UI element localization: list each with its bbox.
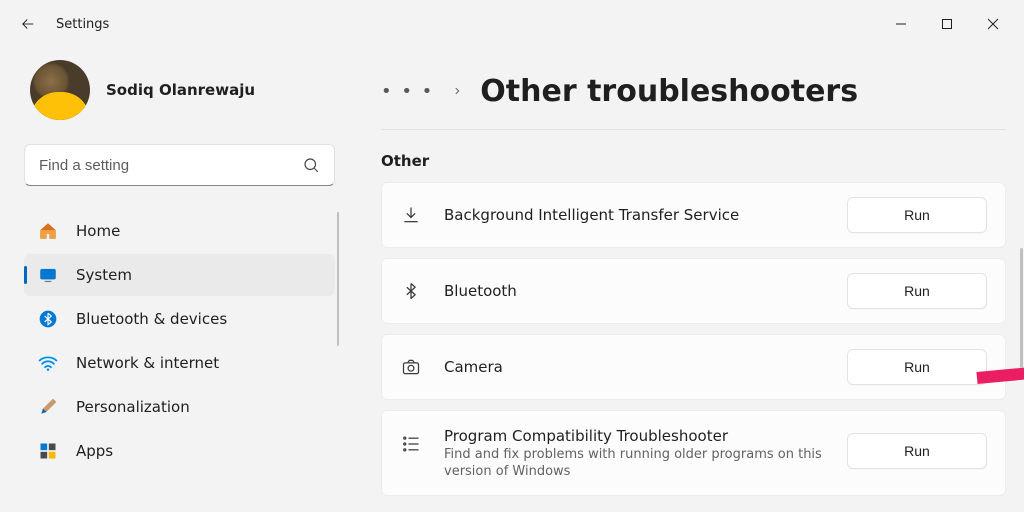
minimize-button[interactable] — [878, 8, 924, 40]
profile-name: Sodiq Olanrewaju — [106, 81, 255, 99]
download-icon — [400, 204, 422, 226]
home-icon — [38, 221, 58, 241]
run-button[interactable]: Run — [847, 273, 987, 309]
sidebar-item-label: Network & internet — [76, 354, 219, 372]
close-icon — [987, 18, 999, 30]
bluetooth-icon — [38, 309, 58, 329]
search-icon — [302, 156, 320, 174]
camera-icon — [400, 356, 422, 378]
card-title: Camera — [444, 358, 825, 376]
run-button[interactable]: Run — [847, 349, 987, 385]
search-input[interactable] — [39, 157, 302, 174]
list-settings-icon — [400, 433, 422, 455]
main-panel: • • • Other troubleshooters Other Backgr… — [355, 48, 1024, 512]
paintbrush-icon — [38, 397, 58, 417]
sidebar-scroll-indicator — [337, 212, 339, 346]
apps-icon — [38, 441, 58, 461]
maximize-button[interactable] — [924, 8, 970, 40]
maximize-icon — [941, 18, 953, 30]
breadcrumb: • • • Other troubleshooters — [381, 56, 1006, 127]
sidebar-item-label: System — [76, 266, 132, 284]
troubleshooter-card-bits: Background Intelligent Transfer Service … — [381, 182, 1006, 248]
back-button[interactable] — [8, 4, 48, 44]
avatar — [30, 60, 90, 120]
card-description: Find and fix problems with running older… — [444, 447, 825, 481]
sidebar-item-system[interactable]: System — [24, 254, 335, 296]
sidebar-item-personalization[interactable]: Personalization — [24, 386, 335, 428]
divider — [381, 129, 1006, 130]
page-title: Other troubleshooters — [480, 74, 858, 109]
card-title: Bluetooth — [444, 282, 825, 300]
sidebar-item-bluetooth[interactable]: Bluetooth & devices — [24, 298, 335, 340]
sidebar-item-label: Apps — [76, 442, 113, 460]
sidebar: Sodiq Olanrewaju Home System — [0, 48, 355, 512]
window-controls — [878, 8, 1016, 40]
card-title: Program Compatibility Troubleshooter — [444, 427, 825, 445]
scrollbar-thumb[interactable] — [1020, 248, 1023, 368]
titlebar: Settings — [0, 0, 1024, 48]
breadcrumb-ellipsis[interactable]: • • • — [381, 81, 434, 102]
system-icon — [38, 265, 58, 285]
minimize-icon — [895, 18, 907, 30]
profile-block[interactable]: Sodiq Olanrewaju — [24, 48, 335, 144]
card-title: Background Intelligent Transfer Service — [444, 206, 825, 224]
troubleshooter-card-program-compat: Program Compatibility Troubleshooter Fin… — [381, 410, 1006, 496]
sidebar-item-network[interactable]: Network & internet — [24, 342, 335, 384]
run-button[interactable]: Run — [847, 197, 987, 233]
bluetooth-icon — [400, 280, 422, 302]
sidebar-item-label: Bluetooth & devices — [76, 310, 227, 328]
sidebar-item-label: Personalization — [76, 398, 190, 416]
sidebar-item-label: Home — [76, 222, 120, 240]
chevron-right-icon — [452, 84, 462, 100]
sidebar-nav: Home System Bluetooth & devices Network … — [24, 210, 335, 472]
sidebar-item-home[interactable]: Home — [24, 210, 335, 252]
close-button[interactable] — [970, 8, 1016, 40]
troubleshooter-card-camera: Camera Run — [381, 334, 1006, 400]
search-box[interactable] — [24, 144, 335, 186]
troubleshooter-card-bluetooth: Bluetooth Run — [381, 258, 1006, 324]
section-heading: Other — [381, 152, 1006, 170]
sidebar-item-apps[interactable]: Apps — [24, 430, 335, 472]
back-arrow-icon — [19, 15, 37, 33]
app-title: Settings — [56, 17, 109, 32]
run-button[interactable]: Run — [847, 433, 987, 469]
wifi-icon — [38, 353, 58, 373]
